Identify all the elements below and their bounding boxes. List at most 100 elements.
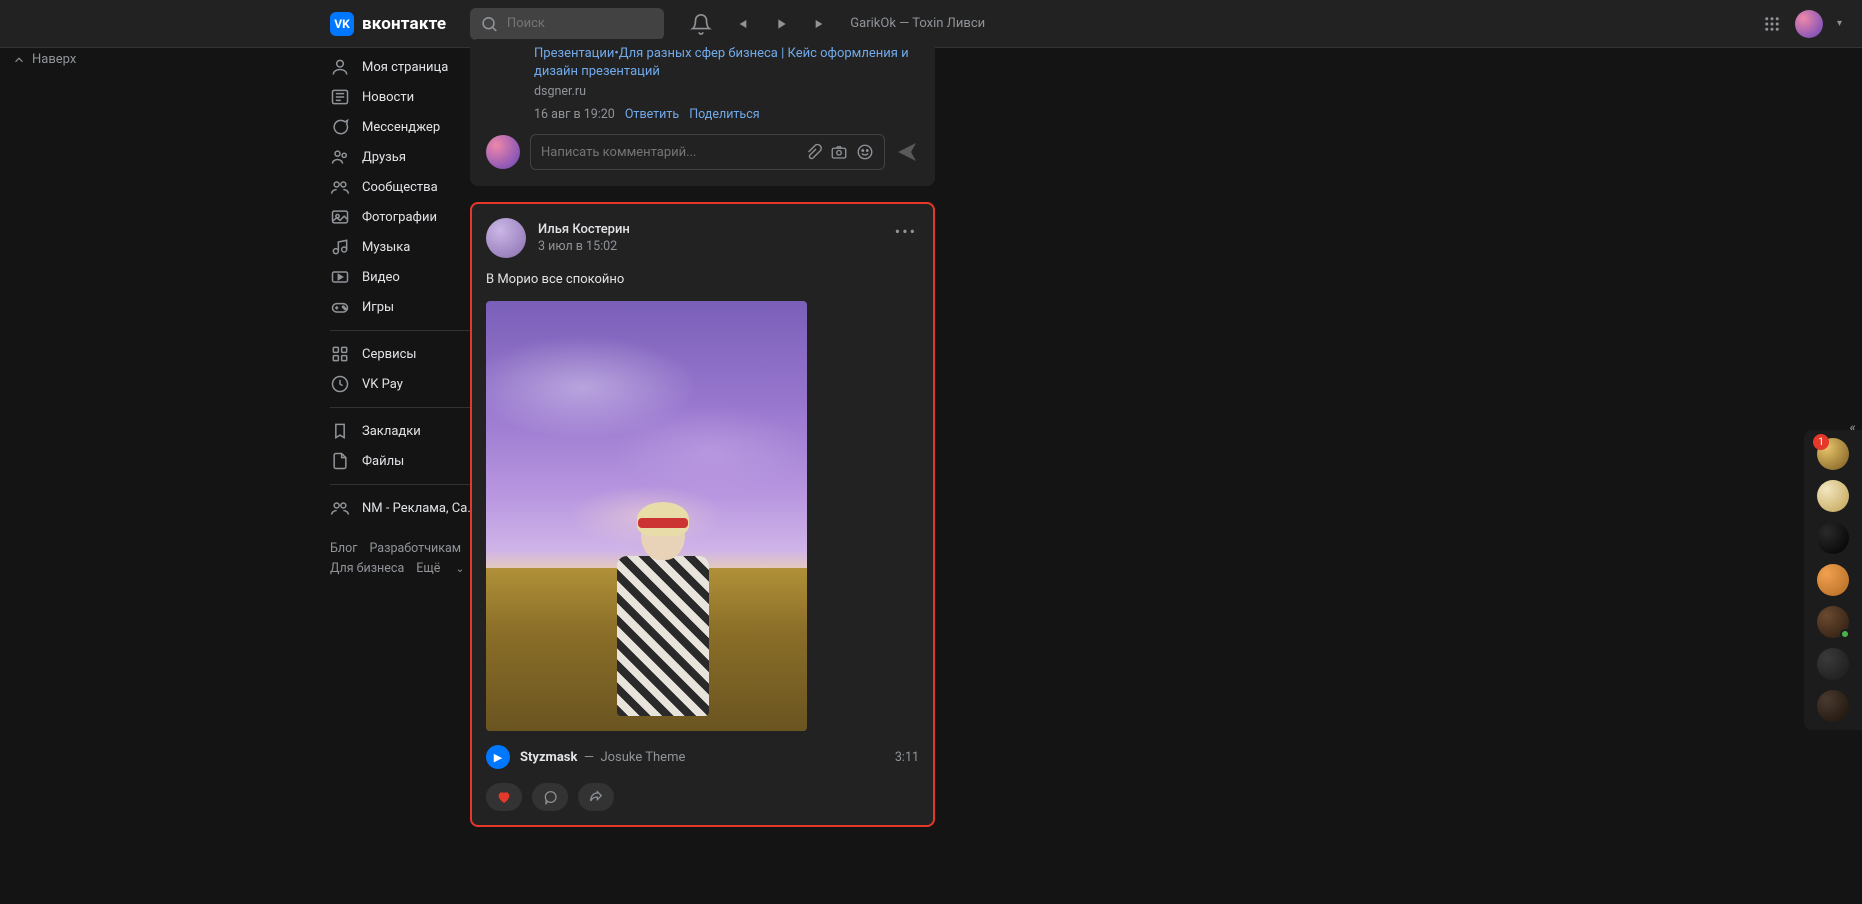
friend-avatar[interactable]: [1817, 564, 1849, 596]
comment-box[interactable]: [530, 134, 885, 170]
nav-nm[interactable]: NM - Реклама, Са...: [330, 493, 490, 523]
video-icon: [330, 267, 350, 287]
like-button[interactable]: [486, 783, 522, 811]
post-header: Илья Костерин 3 июл в 15:02: [486, 218, 919, 258]
friends-icon: [330, 147, 350, 167]
search-box[interactable]: [470, 8, 664, 40]
header-icons: [690, 13, 832, 35]
audio-sep: —: [584, 750, 594, 765]
friend-avatar[interactable]: [1817, 480, 1849, 512]
nav-news[interactable]: Новости: [330, 82, 490, 112]
comment-button[interactable]: [532, 783, 568, 811]
nav-photos[interactable]: Фотографии: [330, 202, 490, 232]
nav-communities[interactable]: Сообщества: [330, 172, 490, 202]
pay-icon: [330, 374, 350, 394]
scroll-top-label: Наверх: [32, 52, 76, 67]
share-link[interactable]: Поделиться: [689, 107, 759, 122]
nav-vkpay[interactable]: VK Pay: [330, 369, 490, 399]
music-icon: [330, 237, 350, 257]
camera-icon[interactable]: [830, 143, 848, 161]
attach-icon[interactable]: [804, 143, 822, 161]
search-input[interactable]: [507, 16, 654, 31]
user-icon: [330, 57, 350, 77]
prev-track-icon[interactable]: [730, 13, 752, 35]
share-button[interactable]: [578, 783, 614, 811]
nav-label: Файлы: [362, 454, 404, 469]
post-fragment: Презентации•Для разных сфер бизнеса | Ке…: [470, 39, 935, 186]
now-playing[interactable]: GarikOk — Toxin Ливси: [850, 16, 985, 31]
author-avatar[interactable]: [486, 218, 526, 258]
group-icon: [330, 177, 350, 197]
notifications-icon[interactable]: [690, 13, 712, 35]
footer-blog[interactable]: Блог: [330, 541, 357, 556]
feed: Презентации•Для разных сфер бизнеса | Ке…: [470, 39, 935, 843]
logo[interactable]: VK вконтакте: [330, 12, 446, 36]
user-avatar[interactable]: [1795, 10, 1823, 38]
nav-files[interactable]: Файлы: [330, 446, 490, 476]
divider: [330, 484, 490, 485]
send-icon[interactable]: [895, 140, 919, 164]
nav-label: Сообщества: [362, 180, 438, 195]
next-track-icon[interactable]: [810, 13, 832, 35]
emoji-icon[interactable]: [856, 143, 874, 161]
nav-music[interactable]: Музыка: [330, 232, 490, 262]
nav-games[interactable]: Игры: [330, 292, 490, 322]
author-name[interactable]: Илья Костерин: [538, 222, 630, 237]
photo-person: [608, 508, 717, 732]
post-link[interactable]: Презентации•Для разных сфер бизнеса | Ке…: [534, 45, 919, 80]
comment-row: [486, 134, 919, 170]
bookmark-icon: [330, 421, 350, 441]
comment-input[interactable]: [541, 145, 796, 160]
scroll-top[interactable]: Наверх: [12, 52, 76, 67]
play-audio-icon[interactable]: ▶: [486, 745, 510, 769]
photo-icon: [330, 207, 350, 227]
group-icon: [330, 498, 350, 518]
nav-label: Музыка: [362, 240, 410, 255]
notif-badge: 1: [1813, 434, 1829, 450]
friend-avatar[interactable]: 1: [1817, 438, 1849, 470]
nav-label: VK Pay: [362, 377, 403, 392]
nav-my-page[interactable]: Моя страница: [330, 52, 490, 82]
friend-avatar[interactable]: [1817, 606, 1849, 638]
nav-friends[interactable]: Друзья: [330, 142, 490, 172]
post-source: dsgner.ru: [534, 84, 919, 99]
friend-avatar[interactable]: [1817, 522, 1849, 554]
audio-track: Josuke Theme: [600, 750, 685, 765]
nav-label: Фотографии: [362, 210, 437, 225]
nav-bookmarks[interactable]: Закладки7: [330, 416, 490, 446]
post-meta: 16 авг в 19:20 Ответить Поделиться: [534, 107, 919, 122]
audio-attachment[interactable]: ▶ Styzmask — Josuke Theme 3:11: [486, 745, 919, 769]
nav-label: NM - Реклама, Са...: [362, 501, 478, 516]
nav-label: Мессенджер: [362, 120, 440, 135]
post-highlighted: Илья Костерин 3 июл в 15:02 ••• В Морио …: [470, 202, 935, 827]
play-icon[interactable]: [770, 13, 792, 35]
post-menu-icon[interactable]: •••: [895, 222, 917, 241]
footer-devs[interactable]: Разработчикам: [369, 541, 461, 556]
gamepad-icon: [330, 297, 350, 317]
online-indicator: [1840, 629, 1850, 639]
friend-avatar[interactable]: [1817, 690, 1849, 722]
logo-text: вконтакте: [362, 14, 446, 34]
nav-label: Видео: [362, 270, 400, 285]
post-date[interactable]: 3 июл в 15:02: [538, 239, 630, 254]
chat-icon: [330, 117, 350, 137]
nav-label: Моя страница: [362, 60, 448, 75]
nav-messenger[interactable]: Мессенджер1: [330, 112, 490, 142]
friend-avatar[interactable]: [1817, 648, 1849, 680]
nav-services[interactable]: Сервисы: [330, 339, 490, 369]
apps-icon[interactable]: [1763, 15, 1781, 33]
post-actions: [486, 783, 919, 811]
commenter-avatar[interactable]: [486, 135, 520, 169]
nav-video[interactable]: Видео: [330, 262, 490, 292]
footer-business[interactable]: Для бизнеса: [330, 561, 404, 576]
logo-icon: VK: [330, 12, 354, 36]
nav-label: Игры: [362, 300, 394, 315]
divider: [330, 330, 490, 331]
nav-label: Закладки: [362, 424, 421, 439]
reply-link[interactable]: Ответить: [625, 107, 679, 122]
footer-more[interactable]: Ещё ⌄: [416, 561, 464, 576]
divider: [330, 407, 490, 408]
chevron-down-icon[interactable]: ▾: [1837, 18, 1842, 29]
footer-links: Блог Разработчикам Для бизнеса Ещё ⌄: [330, 539, 490, 579]
post-photo[interactable]: [486, 301, 807, 731]
